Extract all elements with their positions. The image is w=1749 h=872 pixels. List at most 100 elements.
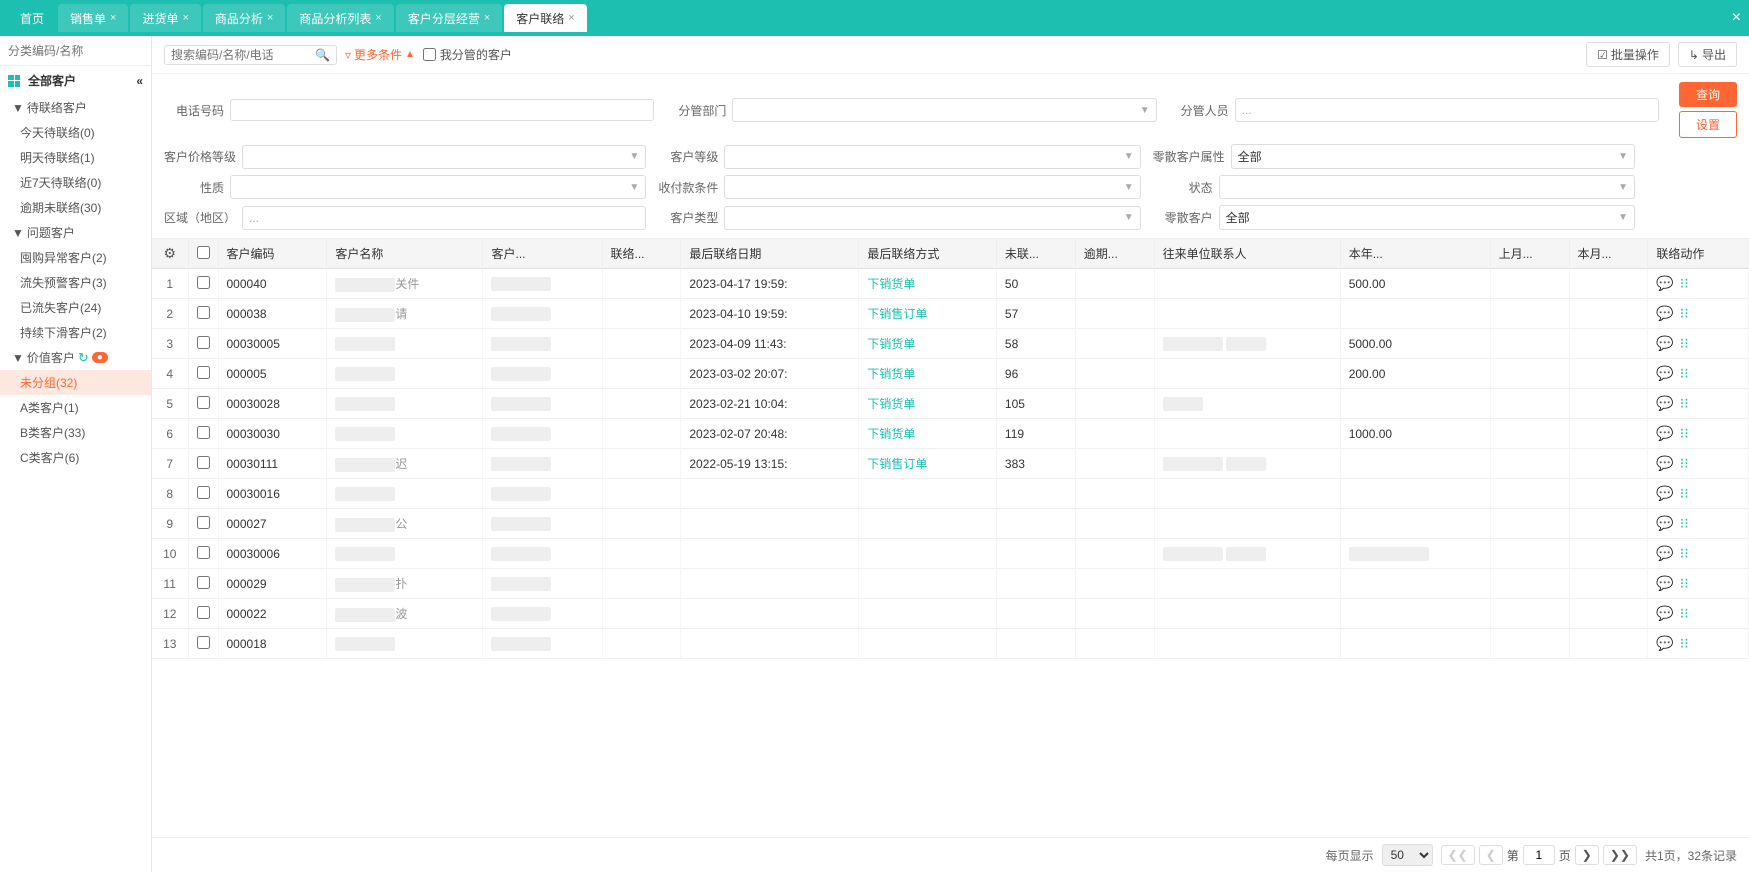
refresh-icon[interactable]: ↻: [78, 350, 89, 366]
cell-checkbox[interactable]: [188, 419, 218, 449]
cell-checkbox[interactable]: [188, 299, 218, 329]
sidebar-item-abnormal[interactable]: 囤购异常客户(2): [0, 245, 151, 270]
contact-icon[interactable]: 💬: [1656, 275, 1673, 292]
row-checkbox[interactable]: [197, 396, 210, 409]
sidebar-value-header[interactable]: ▼ 价值客户 ↻ ●: [0, 345, 151, 370]
sidebar-item-declining[interactable]: 持续下滑客户(2): [0, 320, 151, 345]
sidebar-item-churned[interactable]: 已流失客户(24): [0, 295, 151, 320]
next-page-button[interactable]: ❯: [1575, 845, 1599, 865]
customer-segment-tab-close[interactable]: ×: [484, 12, 490, 24]
purchase-tab-close[interactable]: ×: [182, 12, 188, 24]
more-icon[interactable]: ⁝⁝: [1680, 395, 1689, 412]
contact-icon[interactable]: 💬: [1656, 305, 1673, 322]
more-icon[interactable]: ⁝⁝: [1680, 545, 1689, 562]
cell-checkbox[interactable]: [188, 629, 218, 659]
last-way-link[interactable]: 下销售订单: [867, 457, 927, 471]
cell-checkbox[interactable]: [188, 449, 218, 479]
more-icon[interactable]: ⁝⁝: [1680, 275, 1689, 292]
sidebar-item-ungroup[interactable]: 未分组(32): [0, 370, 151, 395]
region-select[interactable]: ...: [242, 206, 646, 230]
reset-button[interactable]: 设置: [1679, 111, 1737, 138]
customer-type-select[interactable]: ▼: [724, 206, 1140, 230]
last-way-link[interactable]: 下销货单: [867, 427, 915, 441]
last-way-link[interactable]: 下销售订单: [867, 307, 927, 321]
product-analysis-list-tab-close[interactable]: ×: [375, 12, 381, 24]
contact-icon[interactable]: 💬: [1656, 455, 1673, 472]
select-all-checkbox[interactable]: [197, 246, 210, 259]
contact-icon[interactable]: 💬: [1656, 635, 1673, 652]
payment-select[interactable]: ▼: [724, 175, 1140, 199]
sidebar-item-b-class[interactable]: B类客户(33): [0, 420, 151, 445]
cell-checkbox[interactable]: [188, 599, 218, 629]
more-icon[interactable]: ⁝⁝: [1680, 335, 1689, 352]
row-checkbox[interactable]: [197, 276, 210, 289]
price-grade-select[interactable]: ▼: [242, 145, 646, 169]
tab-purchase[interactable]: 进货单 ×: [130, 4, 200, 32]
cell-checkbox[interactable]: [188, 389, 218, 419]
cell-checkbox[interactable]: [188, 479, 218, 509]
my-customers-checkbox[interactable]: [423, 48, 436, 61]
last-way-link[interactable]: 下销货单: [867, 337, 915, 351]
retail-attr-select[interactable]: 全部▼: [1231, 144, 1635, 169]
sidebar-item-today-pending[interactable]: 今天待联络(0): [0, 120, 151, 145]
row-checkbox[interactable]: [197, 636, 210, 649]
dept-select[interactable]: ▼: [732, 98, 1156, 122]
page-input[interactable]: [1523, 845, 1555, 865]
tab-sales[interactable]: 销售单 ×: [58, 4, 128, 32]
contact-icon[interactable]: 💬: [1656, 335, 1673, 352]
sidebar-item-tomorrow-pending[interactable]: 明天待联络(1): [0, 145, 151, 170]
cell-checkbox[interactable]: [188, 509, 218, 539]
sidebar-item-7days-pending[interactable]: 近7天待联络(0): [0, 170, 151, 195]
query-button[interactable]: 查询: [1679, 82, 1737, 107]
phone-input[interactable]: [230, 99, 654, 121]
page-size-select[interactable]: 50 20 100: [1382, 844, 1433, 866]
row-checkbox[interactable]: [197, 426, 210, 439]
tab-customer-contact[interactable]: 客户联络 ×: [504, 4, 586, 32]
sidebar-item-c-class[interactable]: C类客户(6): [0, 445, 151, 470]
more-icon[interactable]: ⁝⁝: [1680, 425, 1689, 442]
cell-checkbox[interactable]: [188, 569, 218, 599]
sidebar-search-input[interactable]: [8, 44, 152, 58]
row-checkbox[interactable]: [197, 306, 210, 319]
export-button[interactable]: ↳ 导出: [1678, 42, 1737, 67]
more-icon[interactable]: ⁝⁝: [1680, 575, 1689, 592]
product-analysis-tab-close[interactable]: ×: [267, 12, 273, 24]
more-icon[interactable]: ⁝⁝: [1680, 635, 1689, 652]
th-settings[interactable]: ⚙: [152, 239, 188, 269]
row-checkbox[interactable]: [197, 486, 210, 499]
row-checkbox[interactable]: [197, 516, 210, 529]
main-search-input[interactable]: [171, 48, 311, 62]
th-checkbox[interactable]: [188, 239, 218, 269]
cell-checkbox[interactable]: [188, 269, 218, 299]
contact-icon[interactable]: 💬: [1656, 425, 1673, 442]
tab-customer-segment[interactable]: 客户分层经营 ×: [396, 4, 502, 32]
status-select[interactable]: ▼: [1219, 175, 1635, 199]
tab-product-analysis[interactable]: 商品分析 ×: [203, 4, 285, 32]
batch-operation-button[interactable]: ☑ 批量操作: [1586, 42, 1670, 67]
row-checkbox[interactable]: [197, 336, 210, 349]
main-search-icon[interactable]: 🔍: [315, 48, 330, 62]
sidebar-item-churn-warning[interactable]: 流失预警客户(3): [0, 270, 151, 295]
contact-icon[interactable]: 💬: [1656, 395, 1673, 412]
contact-icon[interactable]: 💬: [1656, 515, 1673, 532]
customer-grade-select[interactable]: ▼: [724, 145, 1140, 169]
more-conditions-button[interactable]: ▿ 更多条件 ▲: [345, 46, 415, 63]
sidebar-all-customers[interactable]: 全部客户 «: [0, 66, 151, 95]
cell-checkbox[interactable]: [188, 329, 218, 359]
more-icon[interactable]: ⁝⁝: [1680, 605, 1689, 622]
row-checkbox[interactable]: [197, 606, 210, 619]
more-icon[interactable]: ⁝⁝: [1680, 305, 1689, 322]
row-checkbox[interactable]: [197, 576, 210, 589]
customer-contact-tab-close[interactable]: ×: [568, 12, 574, 24]
sidebar-item-a-class[interactable]: A类客户(1): [0, 395, 151, 420]
more-icon[interactable]: ⁝⁝: [1680, 365, 1689, 382]
contact-icon[interactable]: 💬: [1656, 605, 1673, 622]
sidebar-collapse-icon[interactable]: «: [136, 74, 143, 88]
contact-icon[interactable]: 💬: [1656, 365, 1673, 382]
more-icon[interactable]: ⁝⁝: [1680, 485, 1689, 502]
tab-home[interactable]: 首页: [8, 4, 56, 32]
last-way-link[interactable]: 下销货单: [867, 367, 915, 381]
contact-icon[interactable]: 💬: [1656, 545, 1673, 562]
window-close-button[interactable]: ×: [1732, 9, 1741, 27]
last-page-button[interactable]: ❯❯: [1603, 845, 1637, 865]
